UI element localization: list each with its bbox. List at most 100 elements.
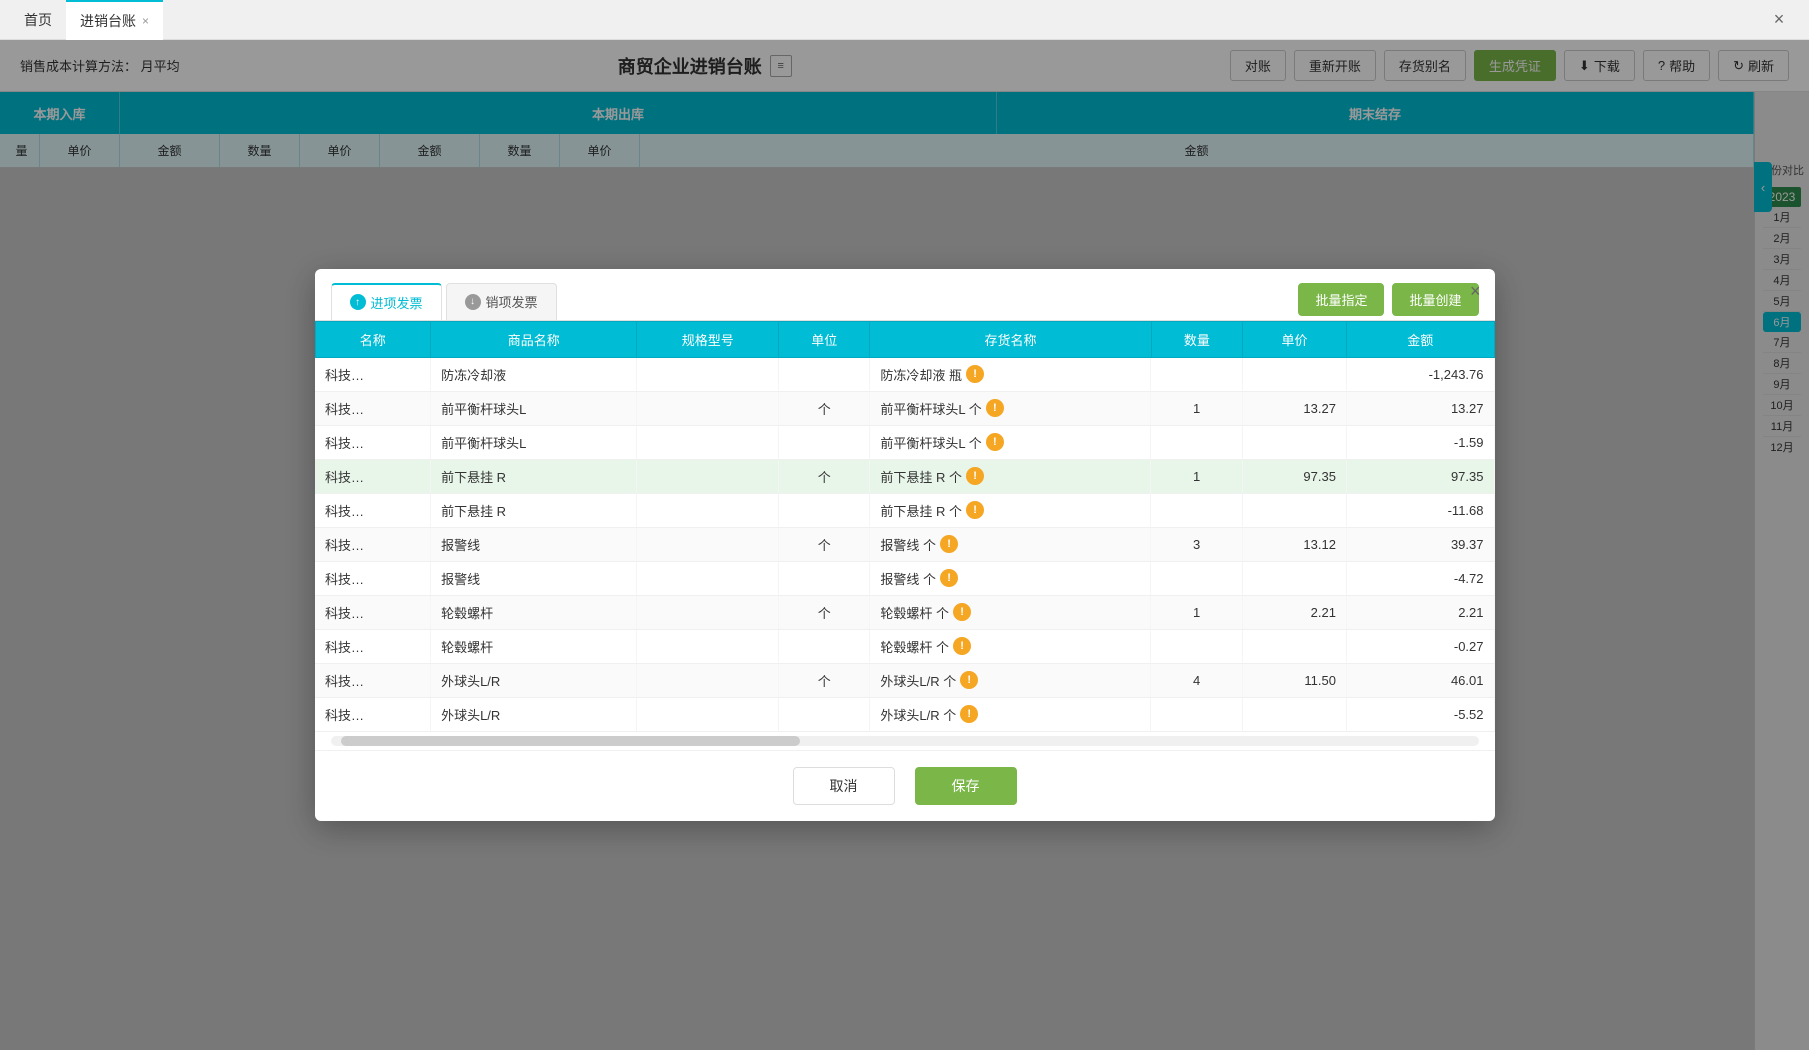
table-cell [779, 698, 870, 732]
tab-out-label: 销项发票 [486, 292, 538, 311]
table-row[interactable]: 科技…轮毂螺杆轮毂螺杆 个!-0.27 [315, 630, 1494, 664]
modal-close-button[interactable]: × [1470, 281, 1481, 302]
table-row[interactable]: 科技…防冻冷却液防冻冷却液 瓶!-1,243.76 [315, 357, 1494, 392]
warning-icon[interactable]: ! [960, 705, 978, 723]
table-cell [637, 494, 779, 528]
table-cell: 前平衡杆球头L 个! [870, 392, 1151, 426]
table-row[interactable]: 科技…报警线报警线 个!-4.72 [315, 562, 1494, 596]
table-cell [1151, 426, 1242, 460]
table-cell: 3 [1151, 528, 1242, 562]
table-cell: 个 [779, 392, 870, 426]
table-cell [1151, 698, 1242, 732]
warning-icon[interactable]: ! [966, 467, 984, 485]
table-cell [1243, 630, 1347, 664]
table-cell: 前平衡杆球头L [431, 392, 637, 426]
modal-table-wrap[interactable]: 名称 商品名称 规格型号 单位 存货名称 数量 单价 金额 科技…防冻冷却液防冻… [315, 321, 1495, 733]
th-spec: 规格型号 [637, 321, 779, 357]
tab-out-icon: ↓ [465, 294, 481, 310]
table-cell: 科技… [315, 630, 431, 664]
table-cell [637, 630, 779, 664]
top-bar: 首页 进销台账 × × [0, 0, 1809, 40]
table-cell: 科技… [315, 460, 431, 494]
table-cell: 1 [1151, 596, 1242, 630]
table-cell: -4.72 [1346, 562, 1494, 596]
table-cell [1243, 698, 1347, 732]
table-cell [1243, 562, 1347, 596]
tab-invoices-out[interactable]: ↓ 销项发票 [446, 283, 557, 320]
table-cell: 前下悬挂 R 个! [870, 494, 1151, 528]
th-unit: 单位 [779, 321, 870, 357]
table-cell [1151, 630, 1242, 664]
table-row[interactable]: 科技…报警线个报警线 个!313.1239.37 [315, 528, 1494, 562]
table-cell [1151, 357, 1242, 392]
th-price: 单价 [1243, 321, 1347, 357]
warning-icon[interactable]: ! [953, 603, 971, 621]
table-cell: 科技… [315, 494, 431, 528]
warning-icon[interactable]: ! [966, 365, 984, 383]
table-cell: 个 [779, 460, 870, 494]
table-cell: 科技… [315, 596, 431, 630]
th-inventory: 存货名称 [870, 321, 1151, 357]
table-cell: 个 [779, 596, 870, 630]
warning-icon[interactable]: ! [940, 569, 958, 587]
warning-icon[interactable]: ! [986, 399, 1004, 417]
window-close-button[interactable]: × [1759, 0, 1799, 40]
home-label: 首页 [24, 10, 52, 30]
scroll-thumb[interactable] [341, 736, 800, 746]
table-cell [779, 426, 870, 460]
tab-in-label: 进项发票 [371, 293, 423, 312]
modal-tabs: ↑ 进项发票 ↓ 销项发票 批量指定 批量创建 [315, 269, 1495, 321]
table-cell [1243, 494, 1347, 528]
table-cell: 13.27 [1346, 392, 1494, 426]
table-cell: 4 [1151, 664, 1242, 698]
table-cell: 39.37 [1346, 528, 1494, 562]
table-cell: 外球头L/R 个! [870, 698, 1151, 732]
batch-create-button[interactable]: 批量创建 [1392, 283, 1478, 316]
table-cell: 报警线 [431, 562, 637, 596]
table-cell [637, 596, 779, 630]
warning-icon[interactable]: ! [986, 433, 1004, 451]
table-cell [637, 460, 779, 494]
active-tab[interactable]: 进销台账 × [66, 0, 163, 40]
table-row[interactable]: 科技…前下悬挂 R前下悬挂 R 个!-11.68 [315, 494, 1494, 528]
warning-icon[interactable]: ! [960, 671, 978, 689]
home-tab[interactable]: 首页 [10, 0, 66, 40]
warning-icon[interactable]: ! [953, 637, 971, 655]
table-row[interactable]: 科技…外球头L/R个外球头L/R 个!411.5046.01 [315, 664, 1494, 698]
table-row[interactable]: 科技…轮毂螺杆个轮毂螺杆 个!12.212.21 [315, 596, 1494, 630]
batch-assign-button[interactable]: 批量指定 [1298, 283, 1384, 316]
table-cell: 轮毂螺杆 [431, 630, 637, 664]
table-cell: 46.01 [1346, 664, 1494, 698]
table-cell: 报警线 [431, 528, 637, 562]
table-cell [637, 392, 779, 426]
table-cell: 科技… [315, 528, 431, 562]
table-cell [1151, 562, 1242, 596]
table-cell: 科技… [315, 698, 431, 732]
table-row[interactable]: 科技…前平衡杆球头L个前平衡杆球头L 个!113.2713.27 [315, 392, 1494, 426]
tab-invoices-in[interactable]: ↑ 进项发票 [331, 283, 442, 320]
table-cell: 外球头L/R 个! [870, 664, 1151, 698]
warning-icon[interactable]: ! [966, 501, 984, 519]
table-row[interactable]: 科技…前下悬挂 R个前下悬挂 R 个!197.3597.35 [315, 460, 1494, 494]
table-cell: 防冻冷却液 瓶! [870, 358, 1151, 392]
tab-close-icon[interactable]: × [142, 14, 149, 28]
warning-icon[interactable]: ! [940, 535, 958, 553]
th-qty: 数量 [1151, 321, 1242, 357]
table-cell: 前平衡杆球头L [431, 426, 637, 460]
th-name: 名称 [315, 321, 431, 357]
modal-overlay: × ↑ 进项发票 ↓ 销项发票 批量指定 批量创建 名称 [0, 40, 1809, 1050]
cancel-button[interactable]: 取消 [793, 767, 895, 805]
table-cell: 2.21 [1243, 596, 1347, 630]
table-cell: 前平衡杆球头L 个! [870, 426, 1151, 460]
horizontal-scrollbar[interactable] [331, 736, 1479, 746]
table-cell: 1 [1151, 460, 1242, 494]
save-button[interactable]: 保存 [915, 767, 1017, 805]
table-cell: 科技… [315, 357, 431, 392]
table-row[interactable]: 科技…外球头L/R外球头L/R 个!-5.52 [315, 698, 1494, 732]
table-cell [779, 357, 870, 392]
table-row[interactable]: 科技…前平衡杆球头L前平衡杆球头L 个!-1.59 [315, 426, 1494, 460]
table-cell: 97.35 [1243, 460, 1347, 494]
table-cell: 报警线 个! [870, 562, 1151, 596]
table-cell: 前下悬挂 R 个! [870, 460, 1151, 494]
table-cell: 13.12 [1243, 528, 1347, 562]
